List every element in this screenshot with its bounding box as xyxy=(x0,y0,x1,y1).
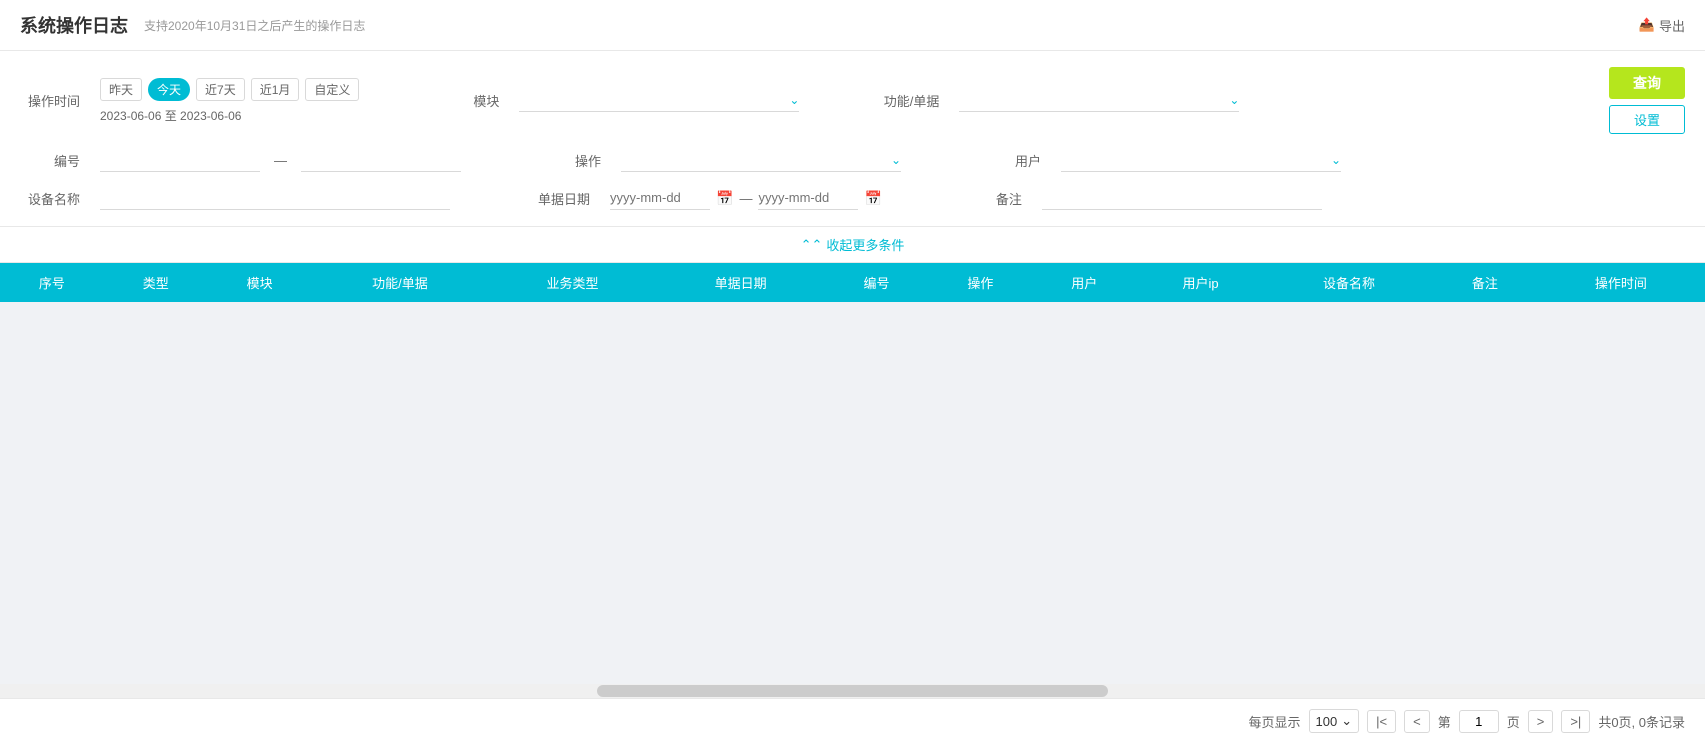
per-page-select[interactable]: 100 ⌄ xyxy=(1309,709,1360,733)
operation-chevron-icon: ⌄ xyxy=(891,153,901,167)
col-number: 编号 xyxy=(825,263,929,302)
page-title: 系统操作日志 xyxy=(20,12,128,38)
next-page-button[interactable]: > xyxy=(1528,710,1554,733)
table-wrapper: 序号 类型 模块 功能/单据 业务类型 单据日期 编号 操作 用户 用户ip 设… xyxy=(0,263,1705,684)
number-label: 编号 xyxy=(20,151,80,170)
device-label: 设备名称 xyxy=(20,189,80,208)
collapse-row: ⌃⌃ 收起更多条件 xyxy=(0,227,1705,263)
time-buttons: 昨天 今天 近7天 近1月 自定义 xyxy=(100,78,359,101)
feature-label: 功能/单据 xyxy=(879,91,939,110)
table-header: 序号 类型 模块 功能/单据 业务类型 单据日期 编号 操作 用户 用户ip 设… xyxy=(0,263,1705,302)
time-filter: 昨天 今天 近7天 近1月 自定义 2023-06-06 至 2023-06-0… xyxy=(100,78,359,124)
col-biztype: 业务类型 xyxy=(488,263,656,302)
user-select[interactable]: ⌄ xyxy=(1061,149,1341,172)
data-table: 序号 类型 模块 功能/单据 业务类型 单据日期 编号 操作 用户 用户ip 设… xyxy=(0,263,1705,302)
time-range: 2023-06-06 至 2023-06-06 xyxy=(100,107,359,124)
per-page-label: 每页显示 xyxy=(1249,712,1301,731)
operation-select[interactable]: ⌄ xyxy=(621,149,901,172)
col-user: 用户 xyxy=(1032,263,1136,302)
col-module: 模块 xyxy=(208,263,312,302)
number-to-input[interactable] xyxy=(301,148,461,172)
scrollbar-thumb xyxy=(597,685,1109,697)
page-number-input[interactable] xyxy=(1459,710,1499,733)
doc-date-range: 📅 — 📅 xyxy=(610,186,882,210)
table-header-row: 序号 类型 模块 功能/单据 业务类型 单据日期 编号 操作 用户 用户ip 设… xyxy=(0,263,1705,302)
user-label: 用户 xyxy=(981,151,1041,170)
col-feature: 功能/单据 xyxy=(311,263,488,302)
calendar-from-icon[interactable]: 📅 xyxy=(716,190,733,207)
page-header: 系统操作日志 支持2020年10月31日之后产生的操作日志 📤 导出 xyxy=(0,0,1705,51)
time-btn-custom[interactable]: 自定义 xyxy=(305,78,359,101)
note-label: 备注 xyxy=(962,189,1022,208)
doc-date-to-input[interactable] xyxy=(758,186,858,210)
pagination-total: 共0页, 0条记录 xyxy=(1598,712,1685,731)
device-input[interactable] xyxy=(100,186,450,210)
col-note: 备注 xyxy=(1433,263,1537,302)
col-optime: 操作时间 xyxy=(1537,263,1705,302)
horizontal-scrollbar[interactable] xyxy=(0,684,1705,698)
filter-row-1: 操作时间 昨天 今天 近7天 近1月 自定义 2023-06-06 至 2023… xyxy=(20,67,1685,134)
col-serial: 序号 xyxy=(0,263,104,302)
page-wrapper: 系统操作日志 支持2020年10月31日之后产生的操作日志 📤 导出 操作时间 … xyxy=(0,0,1705,743)
first-page-button[interactable]: |< xyxy=(1367,710,1396,733)
number-range: — xyxy=(100,148,461,172)
query-button[interactable]: 查询 xyxy=(1609,67,1685,99)
time-btn-1month[interactable]: 近1月 xyxy=(251,78,300,101)
doc-date-from-input[interactable] xyxy=(610,186,710,210)
filter-row-3: 设备名称 单据日期 📅 — 📅 备注 xyxy=(20,186,1685,210)
col-type: 类型 xyxy=(104,263,208,302)
collapse-icon: ⌃⌃ xyxy=(801,237,823,253)
collapse-button[interactable]: ⌃⌃ 收起更多条件 xyxy=(801,235,905,254)
module-label: 模块 xyxy=(439,91,499,110)
prev-page-button[interactable]: < xyxy=(1404,710,1430,733)
last-page-button[interactable]: >| xyxy=(1561,710,1590,733)
col-operation: 操作 xyxy=(928,263,1032,302)
time-label: 操作时间 xyxy=(20,91,80,110)
note-input[interactable] xyxy=(1042,186,1322,210)
number-from-input[interactable] xyxy=(100,148,260,172)
filter-area: 操作时间 昨天 今天 近7天 近1月 自定义 2023-06-06 至 2023… xyxy=(0,51,1705,227)
settings-button[interactable]: 设置 xyxy=(1609,105,1685,134)
module-chevron-icon: ⌄ xyxy=(789,93,799,107)
operation-label: 操作 xyxy=(541,151,601,170)
module-select[interactable]: ⌄ xyxy=(519,89,799,112)
time-btn-today[interactable]: 今天 xyxy=(148,78,190,101)
doc-date-label: 单据日期 xyxy=(530,189,590,208)
feature-select[interactable]: ⌄ xyxy=(959,89,1239,112)
per-page-arrow: ⌄ xyxy=(1341,713,1352,729)
page-suffix: 页 xyxy=(1507,712,1520,731)
time-btn-yesterday[interactable]: 昨天 xyxy=(100,78,142,101)
action-buttons: 查询 设置 xyxy=(1609,67,1685,134)
feature-chevron-icon: ⌄ xyxy=(1229,93,1239,107)
user-chevron-icon: ⌄ xyxy=(1331,153,1341,167)
per-page-value: 100 xyxy=(1316,714,1338,729)
export-icon: 📤 xyxy=(1639,17,1655,33)
filter-row-2: 编号 — 操作 ⌄ 用户 ⌄ xyxy=(20,148,1685,172)
date-dash: — xyxy=(739,191,752,206)
export-button[interactable]: 📤 导出 xyxy=(1639,16,1685,35)
pagination: 每页显示 100 ⌄ |< < 第 页 > >| 共0页, 0条记录 xyxy=(0,698,1705,743)
col-device: 设备名称 xyxy=(1265,263,1433,302)
calendar-to-icon[interactable]: 📅 xyxy=(864,190,881,207)
number-dash: — xyxy=(268,153,293,168)
page-prefix: 第 xyxy=(1438,712,1451,731)
col-userip: 用户ip xyxy=(1136,263,1265,302)
page-subtitle: 支持2020年10月31日之后产生的操作日志 xyxy=(144,17,365,34)
time-btn-7days[interactable]: 近7天 xyxy=(196,78,245,101)
col-docdate: 单据日期 xyxy=(657,263,825,302)
